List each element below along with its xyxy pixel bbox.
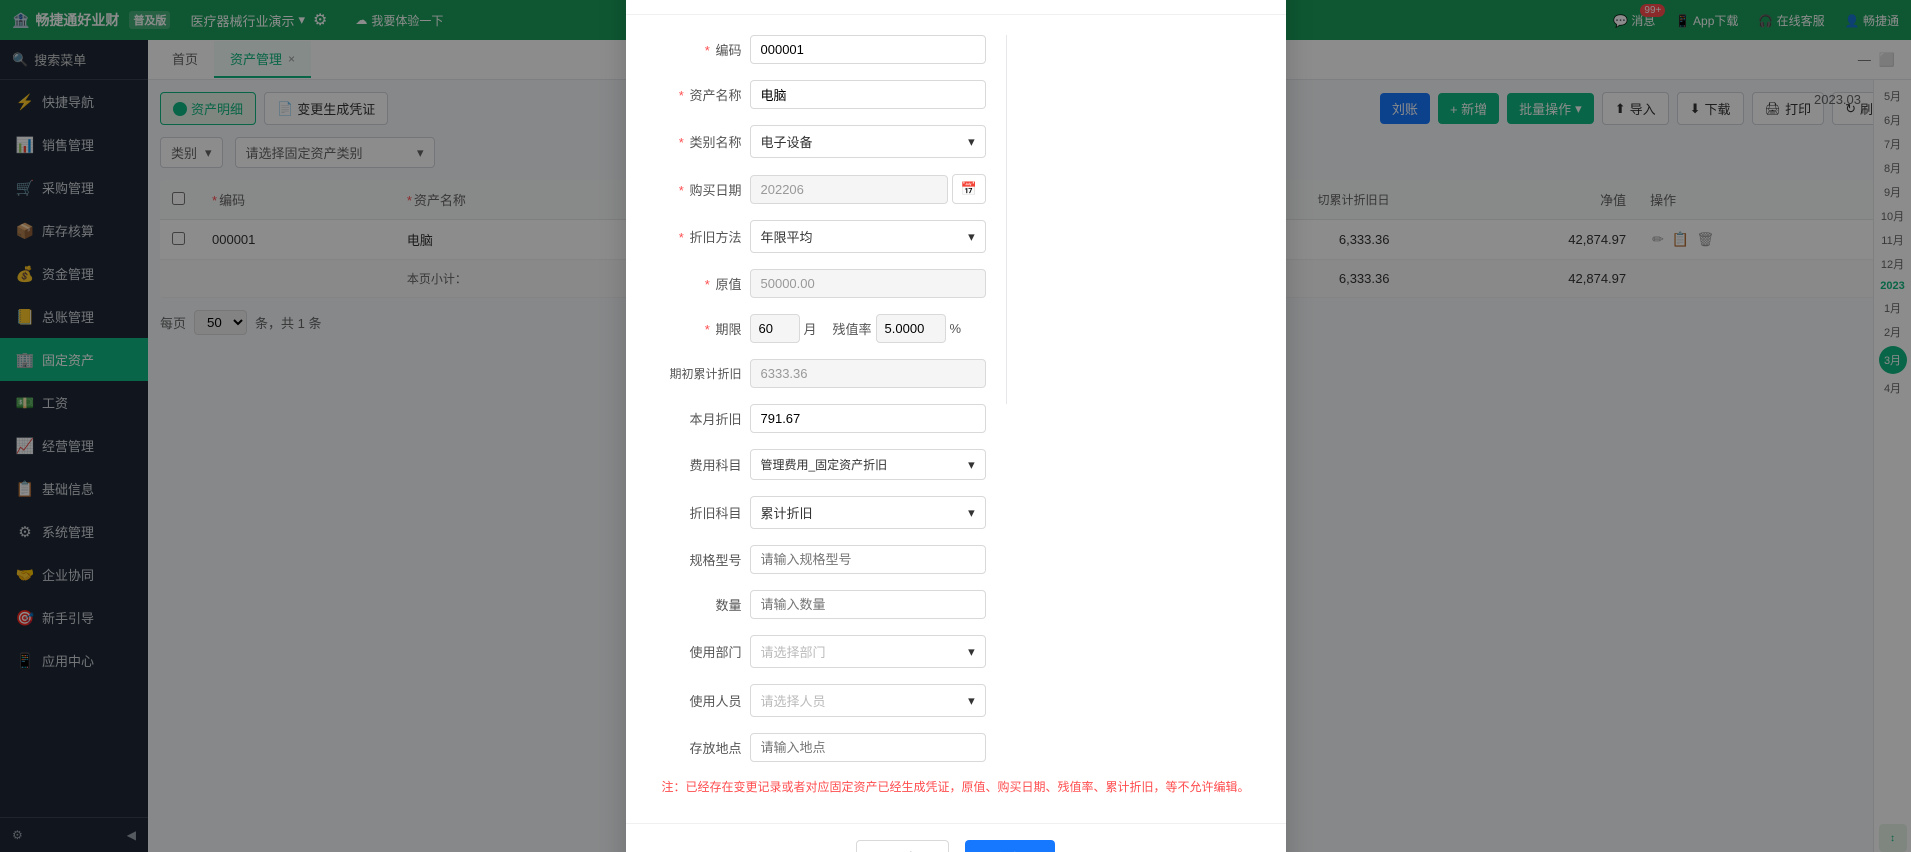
form-row-location: 存放地点 xyxy=(662,733,986,762)
form-note: 注：已经存在变更记录或者对应固定资产已经生成凭证，原值、购买日期、残值率、累计折… xyxy=(650,778,1262,795)
person-select[interactable]: 请选择人员 ▾ xyxy=(750,684,986,717)
dep-subject-select[interactable]: 累计折旧 ▾ xyxy=(750,496,986,529)
dep-subject-value: 累计折旧 xyxy=(761,503,813,522)
model-label: 规格型号 xyxy=(662,550,742,569)
category-select-value: 电子设备 xyxy=(761,132,813,151)
department-placeholder: 请选择部门 xyxy=(761,642,826,661)
quantity-label: 数量 xyxy=(662,595,742,614)
form-right-col: 本月折旧 费用科目 管理费用_固定资产折旧 ▾ xyxy=(650,404,998,778)
purchase-date-label: * 购买日期 xyxy=(662,180,742,199)
period-input[interactable] xyxy=(750,314,800,343)
cancel-button[interactable]: 取消 xyxy=(856,840,948,852)
form-row-expense-subject: 费用科目 管理费用_固定资产折旧 ▾ xyxy=(662,449,986,480)
residual-rate-unit: % xyxy=(950,321,962,336)
residual-rate-label: 残值率 xyxy=(833,319,872,338)
code-required-mark: * xyxy=(705,43,710,58)
code-label: * 编码 xyxy=(662,40,742,59)
expense-subject-value: 管理费用_固定资产折旧 xyxy=(761,456,888,473)
residual-rate-input[interactable] xyxy=(876,314,946,343)
modal-body: * 编码 * 资产名称 xyxy=(626,15,1286,823)
department-arrow: ▾ xyxy=(968,644,975,660)
edit-asset-modal: 编辑固定资产 × * 编码 xyxy=(626,0,1286,852)
person-label: 使用人员 xyxy=(662,691,742,710)
period-unit: 月 xyxy=(804,319,817,338)
depreciation-method-select[interactable]: 年限平均 ▾ xyxy=(750,220,986,253)
department-label: 使用部门 xyxy=(662,642,742,661)
location-label: 存放地点 xyxy=(662,738,742,757)
expense-subject-select[interactable]: 管理费用_固定资产折旧 ▾ xyxy=(750,449,986,480)
purchase-date-field: 📅 xyxy=(750,174,986,204)
original-value-label: * 原值 xyxy=(662,274,742,293)
method-select-arrow: ▾ xyxy=(968,229,975,245)
original-value-input[interactable] xyxy=(750,269,986,298)
expense-subject-label: 费用科目 xyxy=(662,455,742,474)
form-grid: * 编码 * 资产名称 xyxy=(650,35,1262,778)
person-arrow: ▾ xyxy=(968,693,975,709)
modal-header: 编辑固定资产 × xyxy=(626,0,1286,15)
form-divider xyxy=(1006,35,1007,404)
form-left-col: * 编码 * 资产名称 xyxy=(650,35,998,404)
depreciation-method-label: * 折旧方法 xyxy=(662,227,742,246)
period-residual-group: 月 残值率 % xyxy=(750,314,962,343)
form-row-code: * 编码 xyxy=(662,35,986,64)
form-row-purchase-date: * 购买日期 📅 xyxy=(662,174,986,204)
form-row-department: 使用部门 请选择部门 ▾ xyxy=(662,635,986,668)
modal-footer: 取消 保存 xyxy=(626,823,1286,852)
form-row-person: 使用人员 请选择人员 ▾ xyxy=(662,684,986,717)
form-row-accumulated: 期初累计折旧 xyxy=(662,359,986,388)
form-row-period: * 期限 月 残值率 % xyxy=(662,314,986,343)
dep-subject-arrow: ▾ xyxy=(968,505,975,521)
category-label: * 类别名称 xyxy=(662,132,742,151)
expense-subject-arrow: ▾ xyxy=(968,457,975,473)
dep-subject-label: 折旧科目 xyxy=(662,503,742,522)
modal-overlay[interactable]: 编辑固定资产 × * 编码 xyxy=(0,0,1911,852)
category-select-arrow: ▾ xyxy=(968,134,975,150)
purchase-date-input[interactable] xyxy=(750,175,948,204)
category-select[interactable]: 电子设备 ▾ xyxy=(750,125,986,158)
asset-name-label: * 资产名称 xyxy=(662,85,742,104)
monthly-dep-label: 本月折旧 xyxy=(662,409,742,428)
department-select[interactable]: 请选择部门 ▾ xyxy=(750,635,986,668)
location-input[interactable] xyxy=(750,733,986,762)
depreciation-method-value: 年限平均 xyxy=(761,227,813,246)
form-row-monthly-dep: 本月折旧 xyxy=(662,404,986,433)
accumulated-label: 期初累计折旧 xyxy=(662,365,742,382)
form-row-quantity: 数量 xyxy=(662,590,986,619)
form-row-category: * 类别名称 电子设备 ▾ xyxy=(662,125,986,158)
form-row-depreciation-method: * 折旧方法 年限平均 ▾ xyxy=(662,220,986,253)
code-input[interactable] xyxy=(750,35,986,64)
asset-name-input[interactable] xyxy=(750,80,986,109)
quantity-input[interactable] xyxy=(750,590,986,619)
form-row-name: * 资产名称 xyxy=(662,80,986,109)
form-row-model: 规格型号 xyxy=(662,545,986,574)
form-row-dep-subject: 折旧科目 累计折旧 ▾ xyxy=(662,496,986,529)
form-row-original-value: * 原值 xyxy=(662,269,986,298)
person-placeholder: 请选择人员 xyxy=(761,691,826,710)
monthly-dep-input[interactable] xyxy=(750,404,986,433)
calendar-icon[interactable]: 📅 xyxy=(952,174,986,204)
period-label: * 期限 xyxy=(662,319,742,338)
accumulated-input[interactable] xyxy=(750,359,986,388)
model-input[interactable] xyxy=(750,545,986,574)
save-button[interactable]: 保存 xyxy=(965,840,1055,852)
